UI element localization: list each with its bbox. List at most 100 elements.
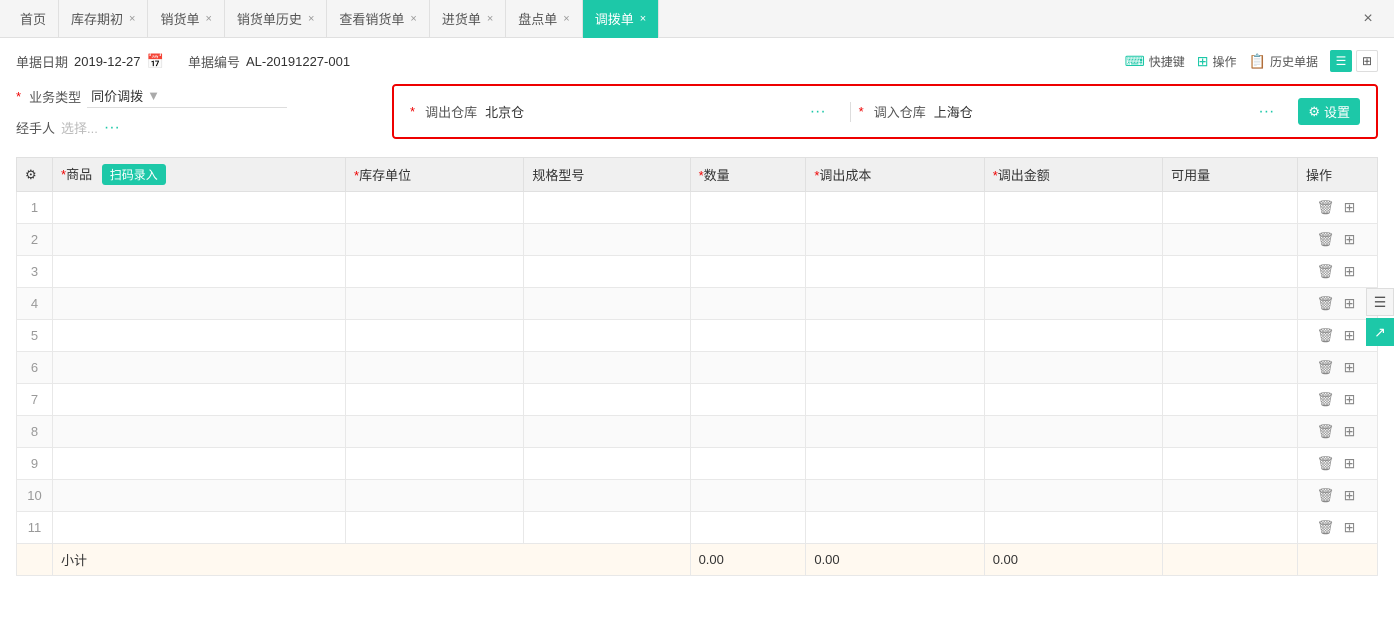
history-icon: 📋 [1249, 53, 1266, 70]
delete-icon[interactable]: 🗑 [1316, 390, 1336, 410]
transfer-in-label: 调入仓库 [874, 102, 926, 121]
delete-icon[interactable]: 🗑 [1316, 326, 1336, 346]
doc-value: AL-20191227-001 [246, 54, 350, 69]
history-btn[interactable]: 📋 历史单据 [1249, 53, 1318, 70]
copy-icon[interactable]: ⊞ [1340, 326, 1360, 346]
biz-type-input[interactable]: 同价调拨 ▼ [87, 84, 287, 108]
delete-icon[interactable]: 🗑 [1316, 198, 1336, 218]
tab-view-sales[interactable]: 查看销货单 × [327, 0, 429, 38]
th-ops: 操作 [1298, 158, 1378, 192]
table-row: 4🗑⊞ [17, 288, 1378, 320]
copy-icon[interactable]: ⊞ [1340, 198, 1360, 218]
delete-icon[interactable]: 🗑 [1316, 262, 1336, 282]
tab-bar: 首页 库存期初 × 销货单 × 销货单历史 × 查看销货单 × 进货单 × 盘点… [0, 0, 1394, 38]
person-input[interactable]: 选择... [61, 118, 98, 137]
table-row: 2🗑⊞ [17, 224, 1378, 256]
delete-icon[interactable]: 🗑 [1316, 486, 1336, 506]
date-value[interactable]: 2019-12-27 [74, 54, 141, 69]
delete-icon[interactable]: 🗑 [1316, 294, 1336, 314]
table-row: 3🗑⊞ [17, 256, 1378, 288]
delete-icon[interactable]: 🗑 [1316, 230, 1336, 250]
table-row: 6🗑⊞ [17, 352, 1378, 384]
subtotal-label: 小计 [53, 544, 691, 576]
scan-button[interactable]: 扫码录入 [102, 164, 166, 185]
tab-sales-history[interactable]: 销货单历史 × [225, 0, 327, 38]
copy-icon[interactable]: ⊞ [1340, 358, 1360, 378]
tab-close-transfer[interactable]: × [640, 13, 646, 25]
tab-close-purchase[interactable]: × [487, 13, 493, 25]
th-amount: *调出金额 [984, 158, 1162, 192]
right-float-panel: ☰ ↗ [1366, 288, 1394, 346]
copy-icon[interactable]: ⊞ [1340, 230, 1360, 250]
shortcut-btn[interactable]: ⌨ 快捷键 [1125, 53, 1185, 70]
top-toolbar: 单据日期 2019-12-27 📅 单据编号 AL-20191227-001 ⌨… [16, 50, 1378, 72]
subtotal-row: 小计 0.00 0.00 0.00 [17, 544, 1378, 576]
table-row: 11🗑⊞ [17, 512, 1378, 544]
delete-icon[interactable]: 🗑 [1316, 358, 1336, 378]
delete-icon[interactable]: 🗑 [1316, 422, 1336, 442]
tab-inventory-init[interactable]: 库存期初 × [59, 0, 148, 38]
ops-icon: ⊞ [1197, 53, 1209, 70]
biz-type-label: 业务类型 [29, 87, 81, 106]
copy-icon[interactable]: ⊞ [1340, 422, 1360, 442]
th-spec: 规格型号 [524, 158, 690, 192]
doc-field-group: 单据编号 AL-20191227-001 [188, 52, 350, 71]
transfer-in-more-icon[interactable]: ··· [1258, 103, 1274, 121]
calendar-icon[interactable]: 📅 [147, 53, 164, 70]
transfer-in-group: * 调入仓库 上海仓 ··· [859, 102, 1291, 121]
table-row: 1🗑⊞ [17, 192, 1378, 224]
tab-sales-order[interactable]: 销货单 × [148, 0, 224, 38]
table-container: ⚙ *商品 扫码录入 *库存单位 规格型号 *数量 *调出成本 *调出金额 可用… [16, 157, 1378, 576]
float-list-icon[interactable]: ☰ [1366, 288, 1394, 316]
tab-close-view-sales[interactable]: × [410, 13, 416, 25]
warehouse-box: * 调出仓库 北京仓 ··· * 调入仓库 上海仓 ··· ⚙ 设置 [392, 84, 1378, 139]
layout-grid-icon[interactable]: ⊞ [1356, 50, 1378, 72]
delete-icon[interactable]: 🗑 [1316, 518, 1336, 538]
settings-gear-icon: ⚙ [1308, 104, 1320, 120]
th-cost: *调出成本 [806, 158, 984, 192]
warehouse-divider [850, 102, 851, 122]
copy-icon[interactable]: ⊞ [1340, 454, 1360, 474]
copy-icon[interactable]: ⊞ [1340, 518, 1360, 538]
copy-icon[interactable]: ⊞ [1340, 294, 1360, 314]
subtotal-cost: 0.00 [806, 544, 984, 576]
person-field: 经手人 选择... ··· [16, 118, 376, 137]
copy-icon[interactable]: ⊞ [1340, 390, 1360, 410]
th-unit: *库存单位 [346, 158, 524, 192]
th-product: *商品 扫码录入 [53, 158, 346, 192]
table-row: 7🗑⊞ [17, 384, 1378, 416]
delete-icon[interactable]: 🗑 [1316, 454, 1336, 474]
settings-button[interactable]: ⚙ 设置 [1298, 98, 1360, 125]
biz-type-dropdown-icon[interactable]: ▼ [147, 88, 160, 103]
gear-th[interactable]: ⚙ [17, 158, 53, 192]
form-left: * 业务类型 同价调拨 ▼ 经手人 选择... ··· [16, 84, 376, 147]
copy-icon[interactable]: ⊞ [1340, 262, 1360, 282]
table-row: 8🗑⊞ [17, 416, 1378, 448]
transfer-out-group: * 调出仓库 北京仓 ··· [410, 102, 842, 121]
tab-close-sales-order[interactable]: × [205, 13, 211, 25]
tab-close-inventory-init[interactable]: × [129, 13, 135, 25]
tab-homepage[interactable]: 首页 [8, 0, 59, 38]
tab-transfer[interactable]: 调拨单 × [583, 0, 659, 38]
table-row: 5🗑⊞ [17, 320, 1378, 352]
table-row: 9🗑⊞ [17, 448, 1378, 480]
transfer-out-value[interactable]: 北京仓 [485, 102, 524, 121]
layout-icons: ☰ ⊞ [1330, 50, 1378, 72]
transfer-in-value[interactable]: 上海仓 [934, 102, 973, 121]
person-more-icon[interactable]: ··· [104, 119, 120, 137]
tab-close-sales-history[interactable]: × [308, 13, 314, 25]
subtotal-qty: 0.00 [690, 544, 806, 576]
window-close-button[interactable]: × [1350, 1, 1386, 37]
doc-label: 单据编号 [188, 52, 240, 71]
th-qty: *数量 [690, 158, 806, 192]
ops-btn[interactable]: ⊞ 操作 [1197, 53, 1237, 70]
layout-list-icon[interactable]: ☰ [1330, 50, 1352, 72]
tab-stocktake[interactable]: 盘点单 × [506, 0, 582, 38]
float-expand-icon[interactable]: ↗ [1366, 318, 1394, 346]
subtotal-amount: 0.00 [984, 544, 1162, 576]
tab-close-stocktake[interactable]: × [563, 13, 569, 25]
copy-icon[interactable]: ⊞ [1340, 486, 1360, 506]
transfer-out-more-icon[interactable]: ··· [810, 103, 826, 121]
tab-purchase[interactable]: 进货单 × [430, 0, 506, 38]
table-header: ⚙ *商品 扫码录入 *库存单位 规格型号 *数量 *调出成本 *调出金额 可用… [17, 158, 1378, 192]
